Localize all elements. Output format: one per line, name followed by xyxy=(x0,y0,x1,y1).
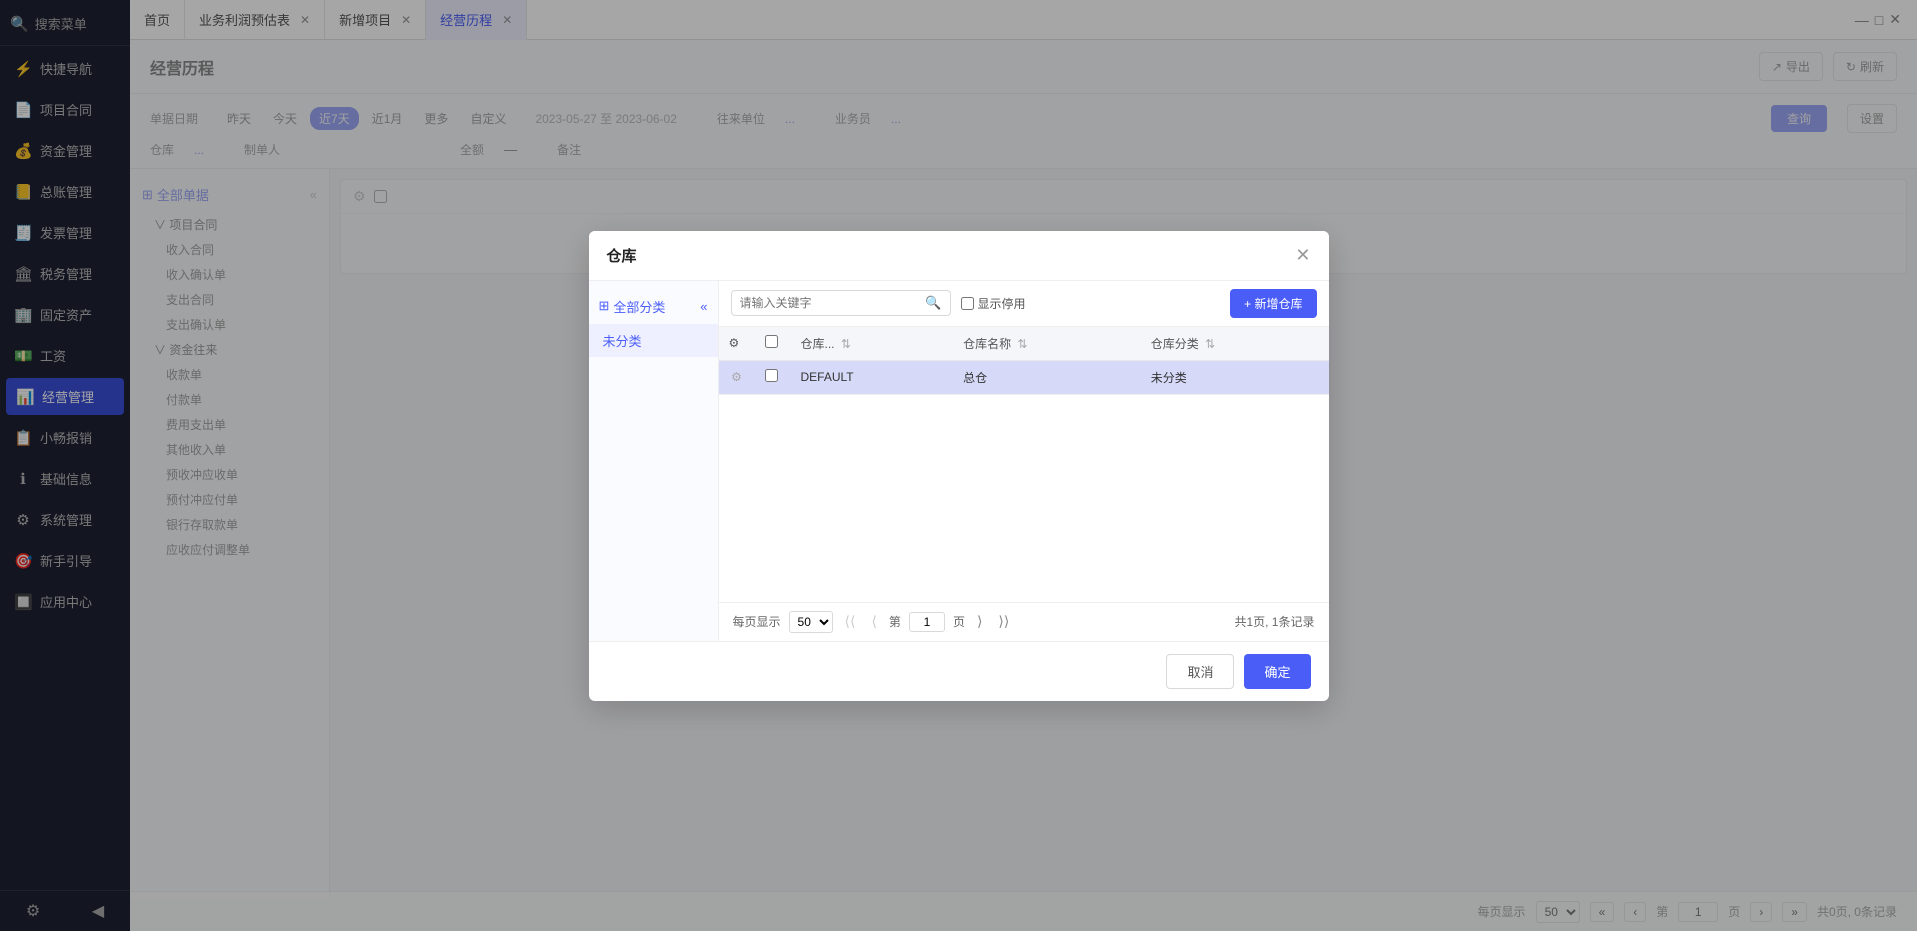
warehouse-modal: 仓库 ✕ ⊞ 全部分类 « 未分类 xyxy=(589,231,1329,701)
show-disabled-checkbox[interactable] xyxy=(961,297,974,310)
sort-icon-name: ⇅ xyxy=(1017,337,1027,351)
modal-action-footer: 取消 确定 xyxy=(589,641,1329,701)
modal-table-header: ⚙ 仓库... ⇅ 仓库名称 xyxy=(719,327,1329,361)
prev-page-modal-btn[interactable]: ⟨ xyxy=(867,613,880,630)
modal-page-unit: 页 xyxy=(953,613,965,630)
modal-pagination: 每页显示 50 ⟨⟨ ⟨ 第 页 ⟩ ⟩⟩ 共1页, 1条记录 xyxy=(719,602,1329,641)
modal-header: 仓库 ✕ xyxy=(589,231,1329,281)
modal-category-panel: ⊞ 全部分类 « 未分类 xyxy=(589,281,719,641)
category-all-header[interactable]: ⊞ 全部分类 « xyxy=(589,289,718,324)
th-settings[interactable]: ⚙ xyxy=(719,327,755,361)
grid-icon-modal: ⊞ xyxy=(599,298,610,314)
modal-page-input[interactable] xyxy=(909,612,945,632)
search-icon-modal: 🔍 xyxy=(925,295,941,311)
row-category: 未分类 xyxy=(1141,360,1329,394)
modal-overlay: 仓库 ✕ ⊞ 全部分类 « 未分类 xyxy=(0,0,1917,931)
modal-content-panel: 🔍 显示停用 + 新增仓库 xyxy=(719,281,1329,641)
th-name[interactable]: 仓库名称 ⇅ xyxy=(953,327,1141,361)
first-page-modal-btn[interactable]: ⟨⟨ xyxy=(841,613,860,630)
th-select-all[interactable] xyxy=(765,335,778,348)
modal-close-button[interactable]: ✕ xyxy=(1295,245,1310,266)
confirm-button[interactable]: 确定 xyxy=(1244,654,1310,689)
cancel-button[interactable]: 取消 xyxy=(1166,654,1234,689)
category-all-label: ⊞ 全部分类 xyxy=(599,297,666,316)
modal-table-scroll: ⚙ 仓库... ⇅ 仓库名称 xyxy=(719,327,1329,602)
th-checkbox[interactable] xyxy=(755,327,791,361)
per-page-label-modal: 每页显示 xyxy=(733,613,781,630)
modal-title: 仓库 xyxy=(607,245,637,266)
modal-table-body: ⚙ DEFAULT 总仓 未分类 xyxy=(719,360,1329,394)
modal-warehouse-table: ⚙ 仓库... ⇅ 仓库名称 xyxy=(719,327,1329,395)
row-settings: ⚙ xyxy=(719,360,755,394)
modal-table-header-row: ⚙ 仓库... ⇅ 仓库名称 xyxy=(719,327,1329,361)
table-row[interactable]: ⚙ DEFAULT 总仓 未分类 xyxy=(719,360,1329,394)
row-code: DEFAULT xyxy=(791,360,954,394)
show-disabled-label[interactable]: 显示停用 xyxy=(961,295,1026,312)
modal-toolbar: 🔍 显示停用 + 新增仓库 xyxy=(719,281,1329,327)
category-item-uncategorized[interactable]: 未分类 xyxy=(589,324,718,357)
modal-body: ⊞ 全部分类 « 未分类 🔍 xyxy=(589,281,1329,641)
next-page-modal-btn[interactable]: ⟩ xyxy=(973,613,986,630)
modal-per-page-select[interactable]: 50 xyxy=(789,611,833,633)
modal-page-label: 第 xyxy=(889,613,901,630)
pagination-left: 每页显示 50 ⟨⟨ ⟨ 第 页 ⟩ ⟩⟩ xyxy=(733,611,1014,633)
sort-icon-category: ⇅ xyxy=(1205,337,1215,351)
modal-search-input[interactable] xyxy=(740,296,926,310)
row-name: 总仓 xyxy=(953,360,1141,394)
row-select-checkbox[interactable] xyxy=(765,369,778,382)
category-collapse-btn[interactable]: « xyxy=(700,299,707,314)
add-warehouse-button[interactable]: + 新增仓库 xyxy=(1230,289,1316,318)
sort-icon-code: ⇅ xyxy=(841,337,851,351)
row-checkbox[interactable] xyxy=(755,360,791,394)
th-category[interactable]: 仓库分类 ⇅ xyxy=(1141,327,1329,361)
th-code[interactable]: 仓库... ⇅ xyxy=(791,327,954,361)
modal-total-info: 共1页, 1条记录 xyxy=(1234,613,1314,630)
last-page-modal-btn[interactable]: ⟩⟩ xyxy=(994,613,1013,630)
modal-search-box[interactable]: 🔍 xyxy=(731,290,951,316)
